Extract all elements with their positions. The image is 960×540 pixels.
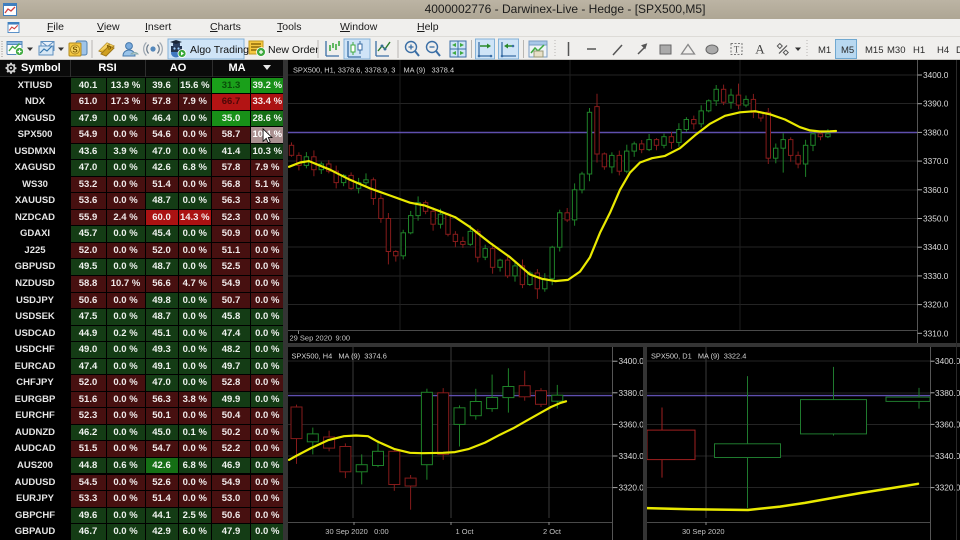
svg-text:3340.0: 3340.0 xyxy=(619,451,645,461)
svg-text:3360.0: 3360.0 xyxy=(619,419,645,429)
svg-text:3320.0: 3320.0 xyxy=(619,483,645,493)
svg-text:3380.0: 3380.0 xyxy=(619,388,645,398)
svg-text:2 Oct: 2 Oct xyxy=(543,527,562,536)
svg-text:3400.0: 3400.0 xyxy=(619,356,645,366)
svg-text:1 Oct: 1 Oct xyxy=(456,527,475,536)
svg-text:30 Sep 2020: 30 Sep 2020 xyxy=(682,527,725,536)
svg-text:SPX500, H4 MA (9) 3374.6: SPX500, H4 MA (9) 3374.6 xyxy=(292,352,387,361)
svg-text:30 Sep 2020 0:00: 30 Sep 2020 0:00 xyxy=(325,527,388,536)
svg-text:SPX500, D1 MA (9) 3322.4: SPX500, D1 MA (9) 3322.4 xyxy=(651,352,746,361)
